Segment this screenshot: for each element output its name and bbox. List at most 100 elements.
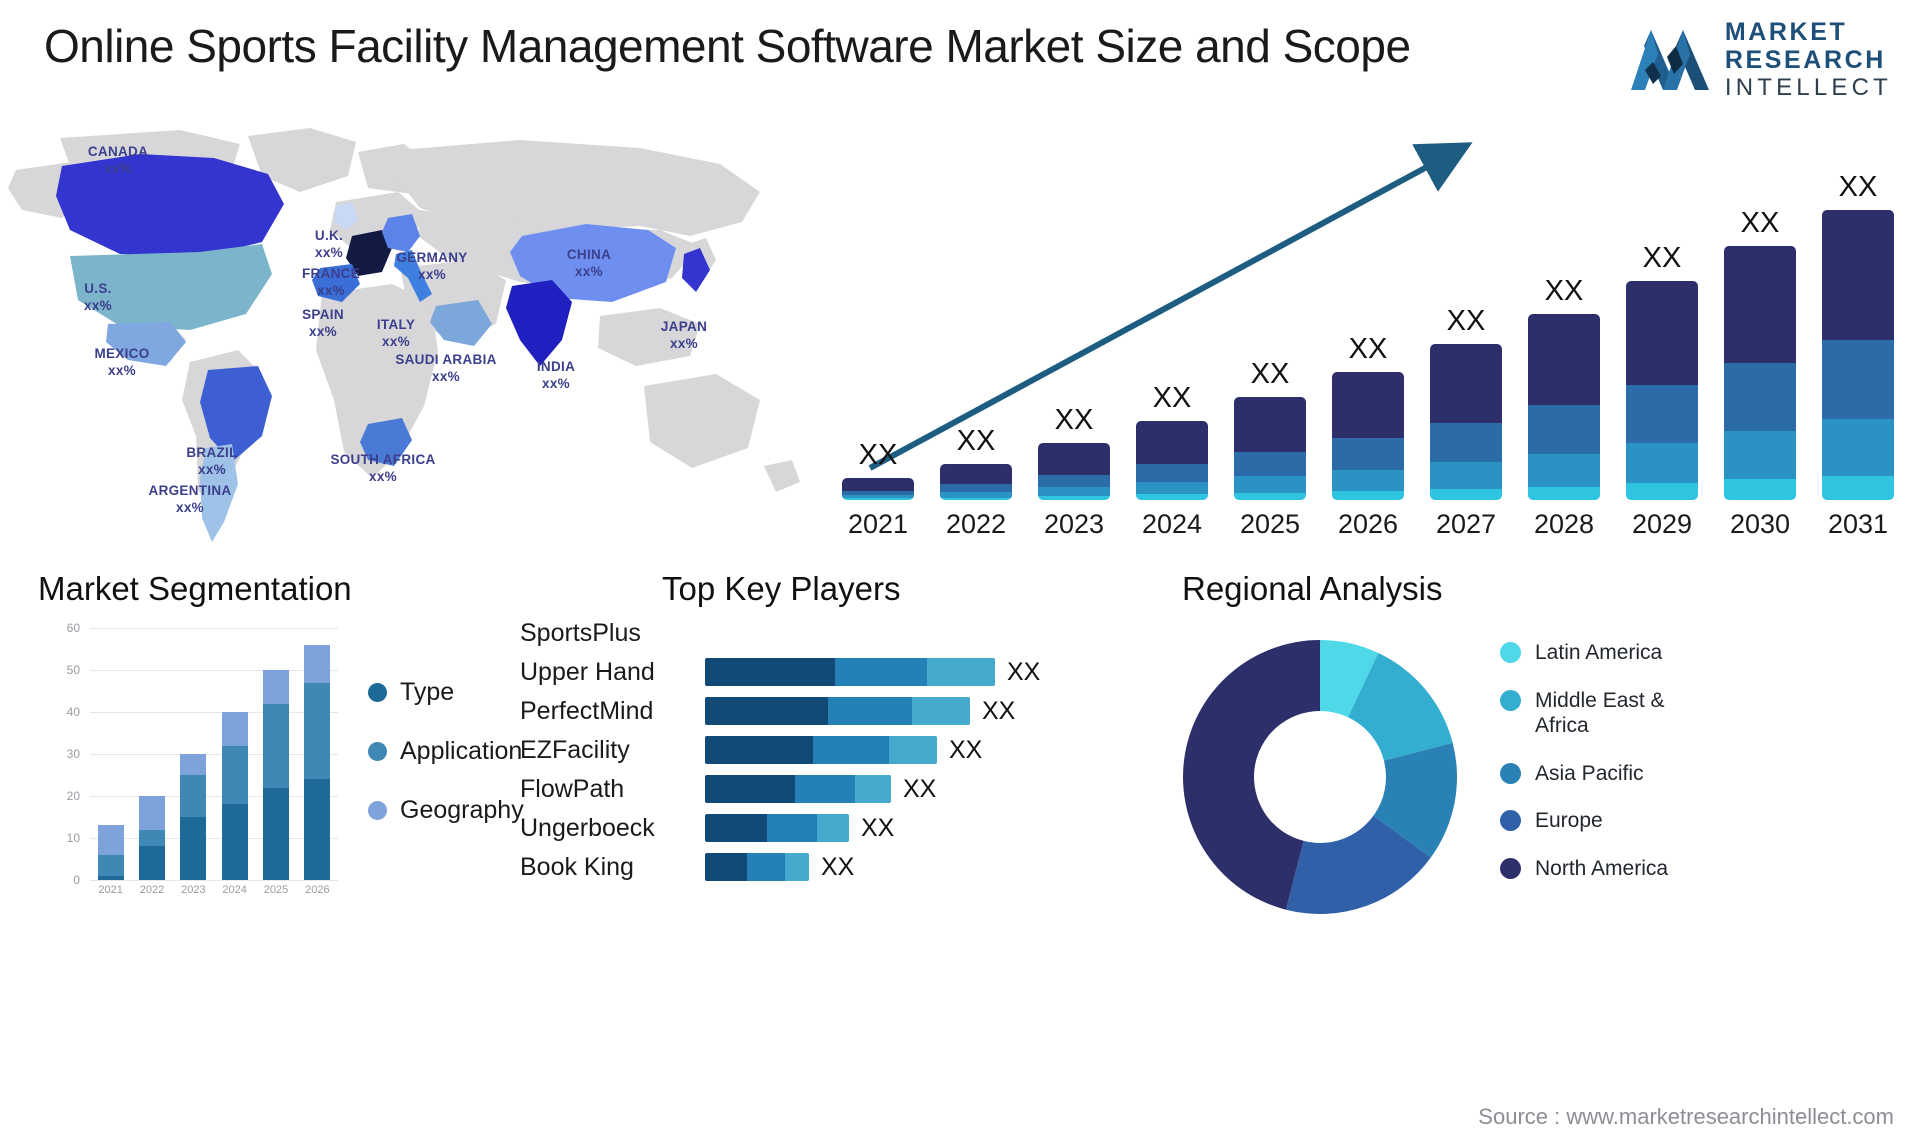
forecast-bar-segment xyxy=(1528,453,1600,487)
forecast-bar-segment xyxy=(1528,405,1600,454)
forecast-value-label: XX xyxy=(1446,305,1486,337)
forecast-bar-segment xyxy=(1430,462,1502,489)
segmentation-gridline xyxy=(90,880,338,881)
map-label-value: xx% xyxy=(575,264,603,280)
forecast-bar-segment xyxy=(1234,476,1306,493)
segmentation-bar xyxy=(221,712,248,880)
map-label-saudi-arabia: SAUDI ARABIA xx% xyxy=(395,351,496,386)
map-label-value: xx% xyxy=(542,376,570,392)
forecast-bar-segment xyxy=(1136,421,1208,464)
forecast-bar-segment xyxy=(1234,451,1306,477)
forecast-bar-segment xyxy=(1724,431,1796,480)
market-segmentation-title: Market Segmentation xyxy=(38,570,352,607)
map-label-country: INDIA xyxy=(536,359,576,374)
top-key-players-bar-segment xyxy=(813,736,889,764)
forecast-bar-segment xyxy=(842,478,914,491)
top-key-players-name: PerfectMind xyxy=(520,696,654,725)
forecast-bar xyxy=(1038,443,1110,500)
top-key-players-name: SportsPlus xyxy=(520,618,641,647)
map-label-country: SPAIN xyxy=(302,307,344,322)
regional-legend-swatch xyxy=(1500,762,1521,784)
map-label-value: xx% xyxy=(309,324,337,340)
forecast-bar xyxy=(1528,314,1600,500)
forecast-bar-segment xyxy=(842,498,914,500)
top-key-players-bar-segment xyxy=(855,775,891,803)
map-label-italy: ITALY xx% xyxy=(377,316,415,351)
segmentation-bar-segment xyxy=(304,644,331,683)
forecast-bar-segment xyxy=(1430,422,1502,463)
forecast-bar xyxy=(1234,397,1306,500)
regional-legend-label: Middle East & Africa xyxy=(1535,688,1665,738)
segmentation-bar-segment xyxy=(263,670,289,704)
forecast-bar-segment xyxy=(940,484,1012,493)
top-key-players-bar-segment xyxy=(817,814,849,842)
forecast-bar-segment xyxy=(1626,281,1698,386)
forecast-bar-segment xyxy=(1822,339,1894,419)
forecast-bar-segment xyxy=(1822,475,1894,500)
forecast-bar-segment xyxy=(940,497,1012,500)
top-key-players-value-label: XX xyxy=(821,852,855,881)
top-key-players-row: SportsPlus xyxy=(520,618,1140,648)
forecast-value-label: XX xyxy=(1152,382,1192,414)
top-key-players-bar-segment xyxy=(911,697,970,725)
regional-analysis-title: Regional Analysis xyxy=(1182,570,1443,607)
segmentation-bar-segment xyxy=(139,829,165,847)
top-key-players-bar-segment xyxy=(705,814,767,842)
map-label-brazil: BRAZIL xx% xyxy=(186,444,237,479)
segmentation-gridline xyxy=(90,838,338,839)
top-key-players-value-label: XX xyxy=(861,813,895,842)
segmentation-legend-item: Geography xyxy=(368,796,524,825)
segmentation-gridline xyxy=(90,712,338,713)
top-key-players-bar-segment xyxy=(889,736,937,764)
forecast-bar-segment xyxy=(1822,210,1894,340)
map-label-value: xx% xyxy=(315,245,343,261)
forecast-value-label: XX xyxy=(858,439,898,471)
top-key-players-bar-segment xyxy=(705,736,813,764)
forecast-year-label: 2030 xyxy=(1729,509,1791,539)
top-key-players-row: Book King XX xyxy=(520,852,1140,882)
map-label-country: FRANCE xyxy=(301,266,361,281)
forecast-bar-segment xyxy=(1528,486,1600,500)
forecast-bar-segment xyxy=(1724,479,1796,500)
map-label-argentina: ARGENTINA xx% xyxy=(149,482,232,517)
segmentation-y-tick: 20 xyxy=(66,789,80,803)
segmentation-x-tick: 2026 xyxy=(305,884,330,896)
map-label-germany: GERMANY xx% xyxy=(396,249,467,284)
forecast-bar-segment xyxy=(1038,487,1110,497)
map-label-country: ITALY xyxy=(376,317,416,332)
segmentation-legend-item: Type xyxy=(368,678,524,707)
map-label-value: xx% xyxy=(176,500,204,516)
regional-legend-item: Latin America xyxy=(1500,640,1715,666)
forecast-year-label: 2026 xyxy=(1337,509,1399,539)
segmentation-legend-label: Geography xyxy=(400,796,524,824)
segmentation-bar xyxy=(263,670,289,880)
top-key-players-name: Ungerboeck xyxy=(520,813,655,842)
top-key-players-bar-segment xyxy=(795,775,855,803)
source-attribution: Source : www.marketresearchintellect.com xyxy=(1478,1104,1894,1129)
forecast-bar-segment xyxy=(1528,314,1600,406)
segmentation-bar-segment xyxy=(180,817,207,880)
map-label-country: CHINA xyxy=(566,247,612,262)
logo-line-research: RESEARCH xyxy=(1724,46,1886,74)
top-key-players-value-label: XX xyxy=(903,774,937,803)
top-key-players-row: EZFacility XX xyxy=(520,735,1140,765)
forecast-bar-segment xyxy=(1724,246,1796,364)
forecast-value-label: XX xyxy=(1348,333,1388,365)
market-segmentation-panel: Market Segmentation 0 10 20 30 40 50 60 2021 202… xyxy=(38,570,524,910)
forecast-bar xyxy=(1822,210,1894,500)
segmentation-gridline xyxy=(90,670,338,671)
market-segmentation-plot: 0 10 20 30 40 50 60 2021 2022 2023 2024 2025 2026 xyxy=(67,621,338,896)
map-label-value: xx% xyxy=(108,363,136,379)
segmentation-y-tick: 50 xyxy=(66,663,80,677)
forecast-value-label: XX xyxy=(1642,242,1682,274)
segmentation-y-tick: 0 xyxy=(73,873,80,887)
forecast-value-label: XX xyxy=(1054,404,1094,436)
forecast-bar-segment xyxy=(1136,463,1208,482)
map-label-mexico: MEXICO xx% xyxy=(94,345,149,380)
regional-analysis-legend: Latin America Middle East & Africa Asia Pa… xyxy=(1500,640,1715,904)
forecast-bar-segment xyxy=(940,464,1012,485)
map-label-u-k: U.K. xx% xyxy=(315,227,343,262)
segmentation-bar-segment xyxy=(97,854,124,876)
map-label-country: GERMANY xyxy=(396,250,468,265)
forecast-bar-segment xyxy=(1332,491,1404,500)
